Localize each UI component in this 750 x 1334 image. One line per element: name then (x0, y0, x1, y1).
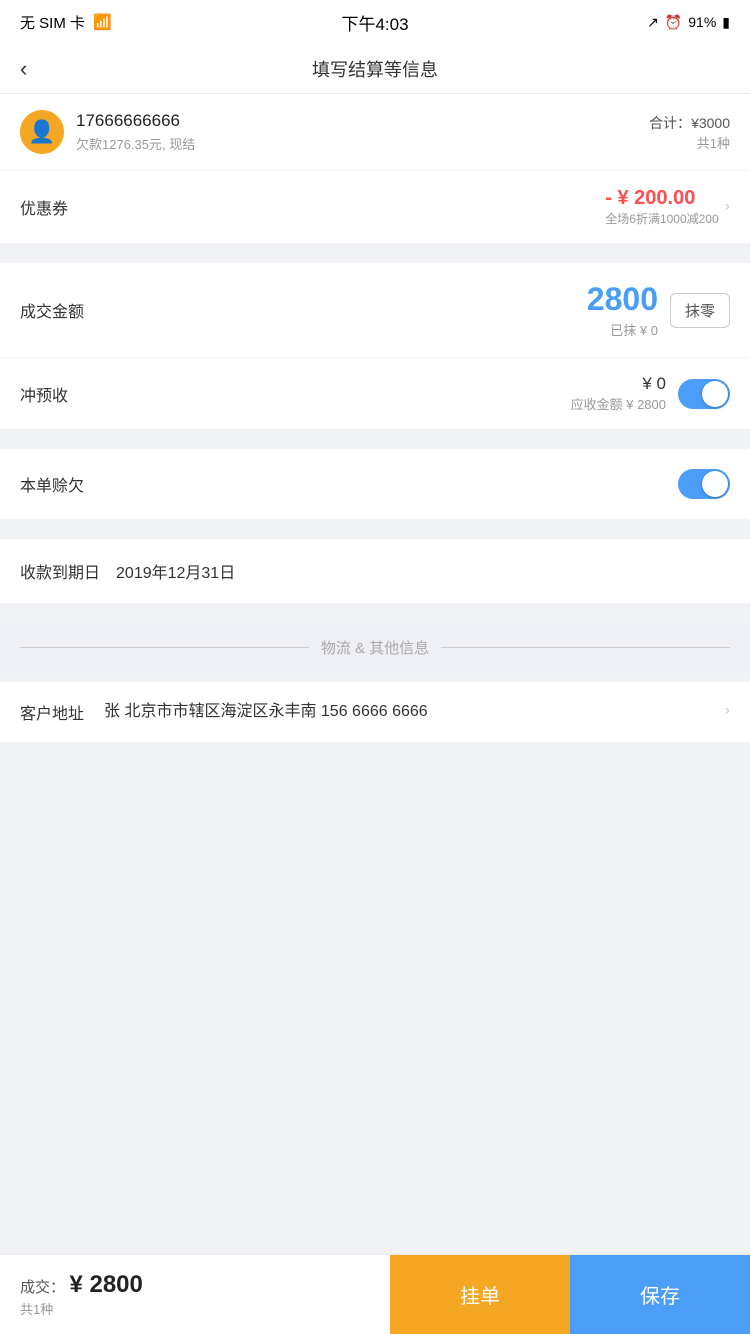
amount-value-block: 2800 已抹 ¥ 0 (587, 281, 658, 339)
main-content: 👤 17666666666 欠款1276.35元, 现结 合计：¥3000 共1… (0, 94, 750, 1032)
amount-sub: 已抹 ¥ 0 (587, 320, 658, 339)
status-right: ↗ ⏰ 91% ▮ (647, 14, 730, 31)
prepay-label: 冲预收 (20, 382, 68, 406)
bottom-bar: 成交： ¥ 2800 共1种 挂单 保存 (0, 1254, 750, 1334)
separator-3 (0, 529, 750, 539)
prepay-toggle[interactable] (678, 379, 730, 409)
bottom-summary: 成交： ¥ 2800 共1种 (0, 1271, 390, 1318)
total-label: 合计：¥3000 (649, 113, 730, 133)
amount-right: 2800 已抹 ¥ 0 抹零 (587, 281, 730, 339)
divider-line-left (20, 647, 309, 648)
prepay-value: ¥ 0 (571, 374, 666, 394)
bottom-deal-amount: ¥ 2800 (69, 1271, 142, 1298)
prepay-sub: 应收金额 ¥ 2800 (571, 394, 666, 413)
due-date-row: 收款到期日 2019年12月31日 (0, 539, 750, 603)
separator-1 (0, 253, 750, 263)
logistics-divider: 物流 & 其他信息 (0, 623, 750, 672)
divider-line-right (441, 647, 730, 648)
user-total: 合计：¥3000 共1种 (649, 113, 730, 152)
status-bar: 无 SIM 卡 📶 下午4:03 ↗ ⏰ 91% ▮ (0, 0, 750, 44)
bottom-deal-line: 成交： ¥ 2800 (20, 1271, 370, 1299)
coupon-chevron-icon: › (725, 198, 730, 216)
bottom-deal-sub: 共1种 (20, 1299, 370, 1318)
nav-title: 填写结算等信息 (312, 56, 438, 82)
coupon-desc: 全场6折满1000减200 (605, 210, 718, 227)
amount-section: 成交金额 2800 已抹 ¥ 0 抹零 冲预收 ¥ 0 应收金额 ¥ 2800 (0, 263, 750, 429)
due-date-value: 2019年12月31日 (116, 559, 235, 583)
prepay-row: 冲预收 ¥ 0 应收金额 ¥ 2800 (0, 357, 750, 429)
user-left: 👤 17666666666 欠款1276.35元, 现结 (20, 110, 195, 154)
nav-bar: ‹ 填写结算等信息 (0, 44, 750, 94)
coupon-row[interactable]: 优惠券 - ¥ 200.00 全场6折满1000减200 › (0, 170, 750, 243)
amount-label: 成交金额 (20, 298, 84, 322)
wifi-icon: 📶 (93, 13, 112, 31)
battery-text: 91% (688, 14, 716, 30)
carrier-text: 无 SIM 卡 (20, 12, 85, 33)
prepay-right: ¥ 0 应收金额 ¥ 2800 (571, 374, 730, 413)
address-row[interactable]: 客户地址 张 北京市市辖区海淀区永丰南 156 6666 6666 › (0, 682, 750, 742)
coupon-info: - ¥ 200.00 全场6折满1000减200 (605, 187, 718, 227)
hold-button[interactable]: 挂单 (390, 1255, 570, 1334)
coupon-label: 优惠券 (20, 195, 68, 219)
address-chevron-icon: › (725, 702, 730, 720)
battery-icon: ▮ (722, 14, 730, 31)
save-button[interactable]: 保存 (570, 1255, 750, 1334)
coupon-right: - ¥ 200.00 全场6折满1000减200 › (605, 187, 730, 227)
address-value: 张 北京市市辖区海淀区永丰南 156 6666 6666 (104, 700, 717, 724)
total-sub: 共1种 (649, 133, 730, 152)
amount-value: 2800 (587, 281, 658, 318)
round-button[interactable]: 抹零 (670, 293, 730, 328)
due-date-label: 收款到期日 (20, 559, 100, 583)
separator-2 (0, 439, 750, 449)
debt-toggle[interactable] (678, 469, 730, 499)
status-time: 下午4:03 (341, 10, 408, 35)
status-left: 无 SIM 卡 📶 (20, 12, 112, 33)
user-info: 17666666666 欠款1276.35元, 现结 (76, 111, 195, 153)
prepay-value-block: ¥ 0 应收金额 ¥ 2800 (571, 374, 666, 413)
debt-row: 本单赊欠 (0, 449, 750, 519)
back-button[interactable]: ‹ (20, 56, 27, 82)
avatar: 👤 (20, 110, 64, 154)
location-icon: ↗ (647, 14, 659, 31)
amount-row: 成交金额 2800 已抹 ¥ 0 抹零 (0, 263, 750, 357)
separator-4 (0, 613, 750, 623)
user-phone: 17666666666 (76, 111, 195, 131)
bottom-deal-label: 成交： (20, 1279, 65, 1296)
address-label: 客户地址 (20, 700, 84, 724)
user-card: 👤 17666666666 欠款1276.35元, 现结 合计：¥3000 共1… (0, 94, 750, 243)
user-sub: 欠款1276.35元, 现结 (76, 134, 195, 153)
alarm-icon: ⏰ (665, 14, 682, 31)
user-row: 👤 17666666666 欠款1276.35元, 现结 合计：¥3000 共1… (0, 94, 750, 170)
debt-label: 本单赊欠 (20, 472, 84, 496)
empty-area (0, 742, 750, 942)
coupon-amount: - ¥ 200.00 (605, 187, 718, 210)
logistics-label: 物流 & 其他信息 (321, 637, 429, 658)
